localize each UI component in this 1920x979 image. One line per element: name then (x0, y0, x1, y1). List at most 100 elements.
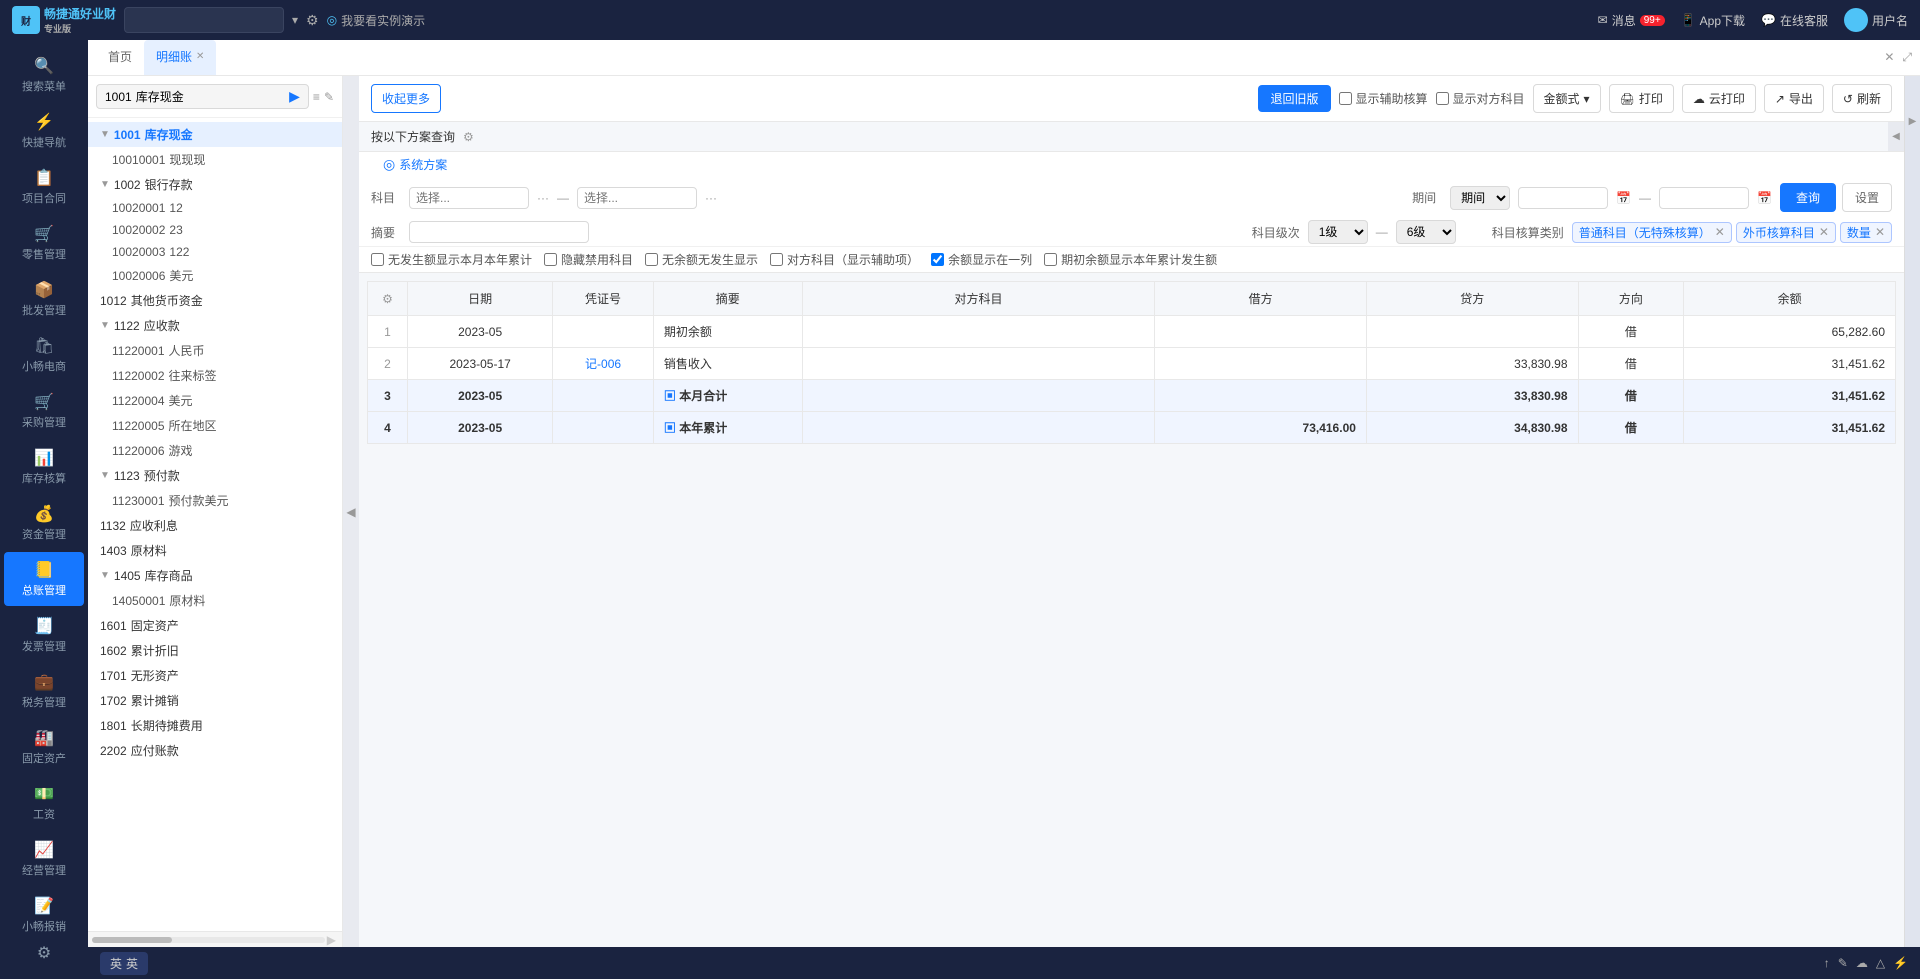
tree-item-14050001[interactable]: 14050001 原材料 (88, 588, 342, 613)
user-action[interactable]: 用户名 (1844, 8, 1908, 32)
tree-item-10020006[interactable]: 10020006 美元 (88, 263, 342, 288)
lang-btn[interactable]: 英 英 (100, 952, 148, 975)
tree-item-11220005[interactable]: 11220005 所在地区 (88, 413, 342, 438)
status-icon-triangle[interactable]: △ (1876, 956, 1885, 970)
sidebar-item-wholesale[interactable]: 📦 批发管理 (4, 272, 84, 326)
tree-item-1012[interactable]: 1012 其他货币资金 (88, 288, 342, 313)
right-panel-collapse[interactable]: ▶ (1904, 76, 1920, 947)
sidebar-item-expense[interactable]: 📝 小畅报销 (4, 888, 84, 933)
checkbox-no-amount[interactable]: 无发生额显示本月本年累计 (371, 251, 532, 268)
demo-link[interactable]: ◎ 我要看实例演示 (327, 12, 426, 29)
sidebar-item-ecommerce[interactable]: 🛍 小畅电商 (4, 328, 84, 382)
tree-item-1602[interactable]: 1602 累计折旧 (88, 638, 342, 663)
sidebar-item-purchase[interactable]: 🛒 采购管理 (4, 384, 84, 438)
topbar-search-input[interactable] (124, 7, 284, 33)
topbar-expand-icon[interactable]: ▾ (292, 13, 298, 27)
amount-format-btn[interactable]: 金额式 ▾ (1533, 84, 1601, 113)
td-voucher-2[interactable]: 记-006 (553, 348, 654, 380)
summary-input[interactable] (409, 221, 589, 243)
sidebar-item-retail[interactable]: 🛒 零售管理 (4, 216, 84, 270)
sidebar-item-operations[interactable]: 📈 经营管理 (4, 832, 84, 886)
tree-item-10020003[interactable]: 10020003 122 (88, 241, 342, 263)
tree-item-1403[interactable]: 1403 原材料 (88, 538, 342, 563)
tree-item-11220004[interactable]: 11220004 美元 (88, 388, 342, 413)
tabbar-resize-icon[interactable]: ⤢ (1902, 50, 1912, 65)
query-btn[interactable]: 查询 (1780, 183, 1836, 212)
tree-item-11220006[interactable]: 11220006 游戏 (88, 438, 342, 463)
cloud-print-btn[interactable]: ☁ 云打印 (1682, 84, 1756, 113)
app-download-action[interactable]: 📱 App下载 (1681, 12, 1745, 29)
back-old-version-btn[interactable]: 退回旧版 (1258, 85, 1330, 112)
period-type-select[interactable]: 期间 (1450, 186, 1510, 210)
tree-item-1702[interactable]: 1702 累计摊销 (88, 688, 342, 713)
tree-item-10010001[interactable]: 10010001 现现现 (88, 147, 342, 172)
date-to-input[interactable]: 2023-05 (1659, 187, 1749, 209)
subject-to-input[interactable] (577, 187, 697, 209)
filter-collapse-right[interactable]: ◀ (1888, 122, 1904, 151)
sidebar-item-assets[interactable]: 🏭 固定资产 (4, 720, 84, 774)
tree-item-2202[interactable]: 2202 应付账款 (88, 738, 342, 763)
subject-more-icon2[interactable]: ··· (705, 191, 717, 205)
account-selector[interactable]: 1001 库存现金 ▶ (96, 84, 309, 109)
show-auxiliary-checkbox[interactable] (1339, 92, 1352, 105)
sidebar-item-tax[interactable]: 💼 税务管理 (4, 664, 84, 718)
tab-close-icon[interactable]: ✕ (196, 51, 204, 62)
checkbox-balance-one-col-input[interactable] (931, 253, 944, 266)
export-btn[interactable]: ↗ 导出 (1764, 84, 1824, 113)
status-icon-up[interactable]: ↑ (1824, 956, 1830, 970)
show-counterparty-checkbox-label[interactable]: 显示对方科目 (1436, 90, 1525, 107)
print-btn[interactable]: 🖨 打印 (1609, 84, 1674, 113)
checkbox-hide-disabled[interactable]: 隐藏禁用科目 (544, 251, 633, 268)
system-scheme-label[interactable]: 系统方案 (399, 156, 447, 173)
date-from-input[interactable]: 2023-05 (1518, 187, 1608, 209)
voucher-link-2[interactable]: 记-006 (585, 357, 621, 371)
tree-item-1123[interactable]: ▼ 1123 预付款 (88, 463, 342, 488)
topbar-gear-icon[interactable]: ⚙ (306, 12, 319, 29)
filter-settings-icon[interactable]: ⚙ (463, 130, 474, 144)
tree-item-1701[interactable]: 1701 无形资产 (88, 663, 342, 688)
tree-item-1132[interactable]: 1132 应收利息 (88, 513, 342, 538)
tree-item-11230001[interactable]: 11230001 预付款美元 (88, 488, 342, 513)
sidebar-item-invoice[interactable]: 🧾 发票管理 (4, 608, 84, 662)
subject-level-from-select[interactable]: 1级 (1308, 220, 1368, 244)
tab-home[interactable]: 首页 (96, 40, 144, 75)
status-icon-bolt[interactable]: ⚡ (1893, 956, 1908, 970)
filter-tag-2-close[interactable]: ✕ (1875, 225, 1885, 239)
tabbar-close-icon[interactable]: ✕ (1884, 50, 1894, 65)
tree-item-1001[interactable]: ▼ 1001 库存现金 (88, 122, 342, 147)
status-icon-edit[interactable]: ✎ (1838, 956, 1848, 970)
show-counterparty-checkbox[interactable] (1436, 92, 1449, 105)
checkbox-counterpart[interactable]: 对方科目（显示辅助项） (770, 251, 919, 268)
sidebar-item-quicknav[interactable]: ⚡ 快捷导航 (4, 104, 84, 158)
sidebar-item-settings[interactable]: ⚙ (4, 935, 84, 971)
checkbox-opening-ytd[interactable]: 期初余额显示本年累计发生额 (1044, 251, 1217, 268)
tree-item-11220001[interactable]: 11220001 人民币 (88, 338, 342, 363)
sidebar-item-inventory[interactable]: 📊 库存核算 (4, 440, 84, 494)
date-calendar-icon2[interactable]: 📅 (1757, 191, 1772, 205)
tree-scroll-right[interactable]: ▶ (325, 933, 338, 947)
collapse-more-btn[interactable]: 收起更多 (371, 84, 441, 113)
table-gear-icon[interactable]: ⚙ (382, 292, 393, 306)
online-service-action[interactable]: 💬 在线客服 (1761, 12, 1828, 29)
sidebar-item-funds[interactable]: 💰 资金管理 (4, 496, 84, 550)
subject-more-icon[interactable]: ··· (537, 191, 549, 205)
subject-input[interactable] (409, 187, 529, 209)
refresh-btn[interactable]: ↺ 刷新 (1832, 84, 1892, 113)
checkbox-opening-ytd-input[interactable] (1044, 253, 1057, 266)
tree-item-1601[interactable]: 1601 固定资产 (88, 613, 342, 638)
edit-icon[interactable]: ✎ (324, 90, 334, 104)
checkbox-counterpart-input[interactable] (770, 253, 783, 266)
tree-item-10020002[interactable]: 10020002 23 (88, 219, 342, 241)
sidebar-item-search[interactable]: 🔍 搜索菜单 (4, 48, 84, 102)
tree-hscrollbar[interactable]: ▶ (88, 931, 342, 947)
th-gear[interactable]: ⚙ (368, 282, 408, 316)
checkbox-no-amount-input[interactable] (371, 253, 384, 266)
checkbox-balance-one-col[interactable]: 余额显示在一列 (931, 251, 1032, 268)
tab-detail-ledger[interactable]: 明细账 ✕ (144, 40, 216, 75)
sidebar-item-project[interactable]: 📋 项目合同 (4, 160, 84, 214)
list-icon[interactable]: ≡ (313, 90, 320, 104)
status-icon-cloud[interactable]: ☁ (1856, 956, 1868, 970)
tree-item-1405[interactable]: ▼ 1405 库存商品 (88, 563, 342, 588)
checkbox-hide-disabled-input[interactable] (544, 253, 557, 266)
tree-item-1002[interactable]: ▼ 1002 银行存款 (88, 172, 342, 197)
